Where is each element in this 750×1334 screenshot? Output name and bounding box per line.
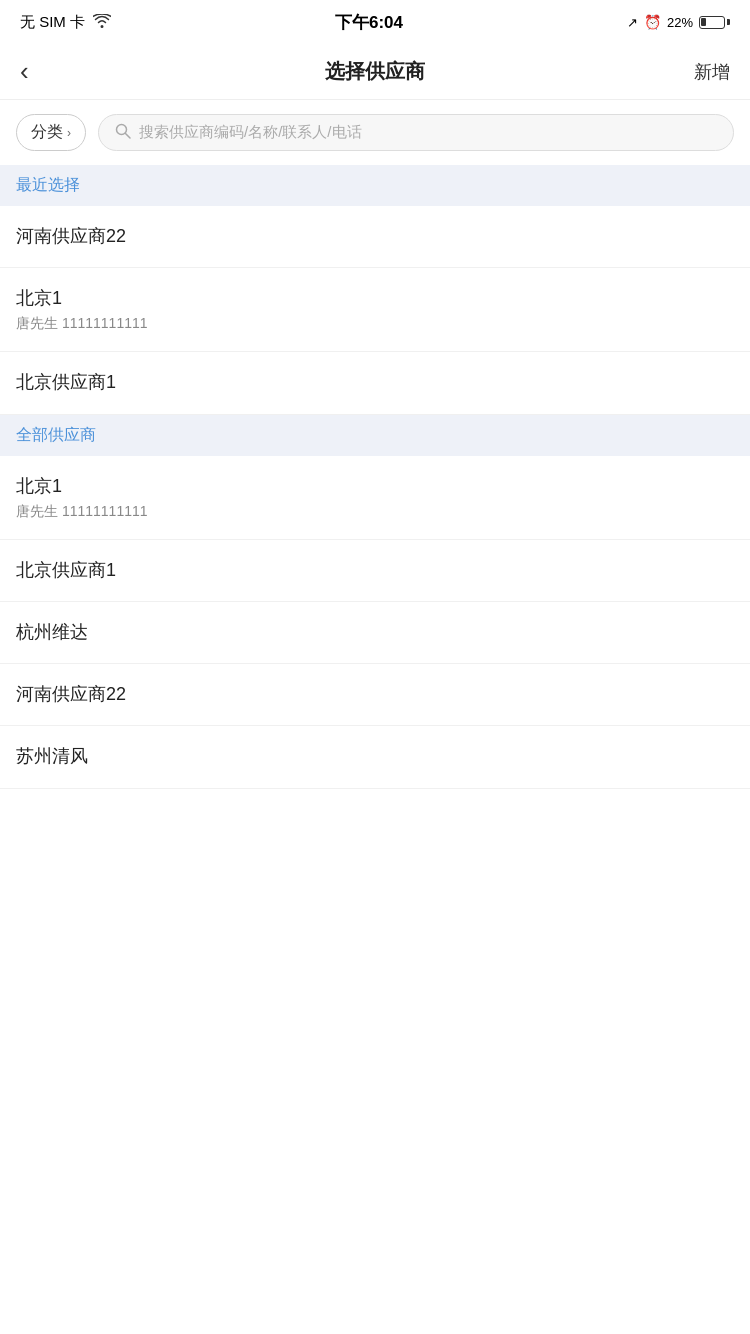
item-name: 北京1	[16, 474, 734, 499]
section-header-all: 全部供应商	[0, 415, 750, 456]
list-item[interactable]: 北京1 唐先生 11111111111	[0, 456, 750, 540]
list-item[interactable]: 杭州维达	[0, 602, 750, 664]
svg-line-1	[126, 134, 131, 139]
back-button[interactable]: ‹	[20, 56, 64, 87]
search-placeholder: 搜索供应商编码/名称/联系人/电话	[139, 123, 362, 142]
list-item[interactable]: 苏州清风	[0, 726, 750, 788]
list-item[interactable]: 河南供应商22	[0, 206, 750, 268]
section-header-recent: 最近选择	[0, 165, 750, 206]
location-icon: ↗	[627, 15, 638, 30]
status-right: ↗ ⏰ 22%	[627, 14, 730, 30]
add-button[interactable]: 新增	[686, 60, 730, 84]
battery-percent: 22%	[667, 15, 693, 30]
wifi-icon	[93, 14, 111, 31]
item-name: 河南供应商22	[16, 224, 734, 249]
nav-bar: ‹ 选择供应商 新增	[0, 44, 750, 100]
chevron-right-icon: ›	[67, 126, 71, 140]
search-icon	[115, 123, 131, 142]
item-name: 杭州维达	[16, 620, 734, 645]
no-sim-label: 无 SIM 卡	[20, 13, 85, 32]
status-bar: 无 SIM 卡 下午6:04 ↗ ⏰ 22%	[0, 0, 750, 44]
list-item[interactable]: 北京供应商1	[0, 540, 750, 602]
status-left: 无 SIM 卡	[20, 13, 111, 32]
list-item[interactable]: 北京供应商1	[0, 352, 750, 414]
item-name: 苏州清风	[16, 744, 734, 769]
alarm-icon: ⏰	[644, 14, 661, 30]
category-label: 分类	[31, 122, 63, 143]
category-button[interactable]: 分类 ›	[16, 114, 86, 151]
item-name: 北京供应商1	[16, 370, 734, 395]
list-item[interactable]: 河南供应商22	[0, 664, 750, 726]
item-name: 河南供应商22	[16, 682, 734, 707]
list-item[interactable]: 北京1 唐先生 11111111111	[0, 268, 750, 352]
battery-icon	[699, 16, 730, 29]
item-name: 北京1	[16, 286, 734, 311]
item-sub: 唐先生 11111111111	[16, 503, 734, 521]
status-time: 下午6:04	[335, 11, 403, 34]
item-sub: 唐先生 11111111111	[16, 315, 734, 333]
page-title: 选择供应商	[64, 58, 686, 85]
filter-bar: 分类 › 搜索供应商编码/名称/联系人/电话	[0, 100, 750, 165]
search-box[interactable]: 搜索供应商编码/名称/联系人/电话	[98, 114, 734, 151]
supplier-list: 最近选择河南供应商22 北京1 唐先生 11111111111 北京供应商1 全部供应商…	[0, 165, 750, 789]
item-name: 北京供应商1	[16, 558, 734, 583]
